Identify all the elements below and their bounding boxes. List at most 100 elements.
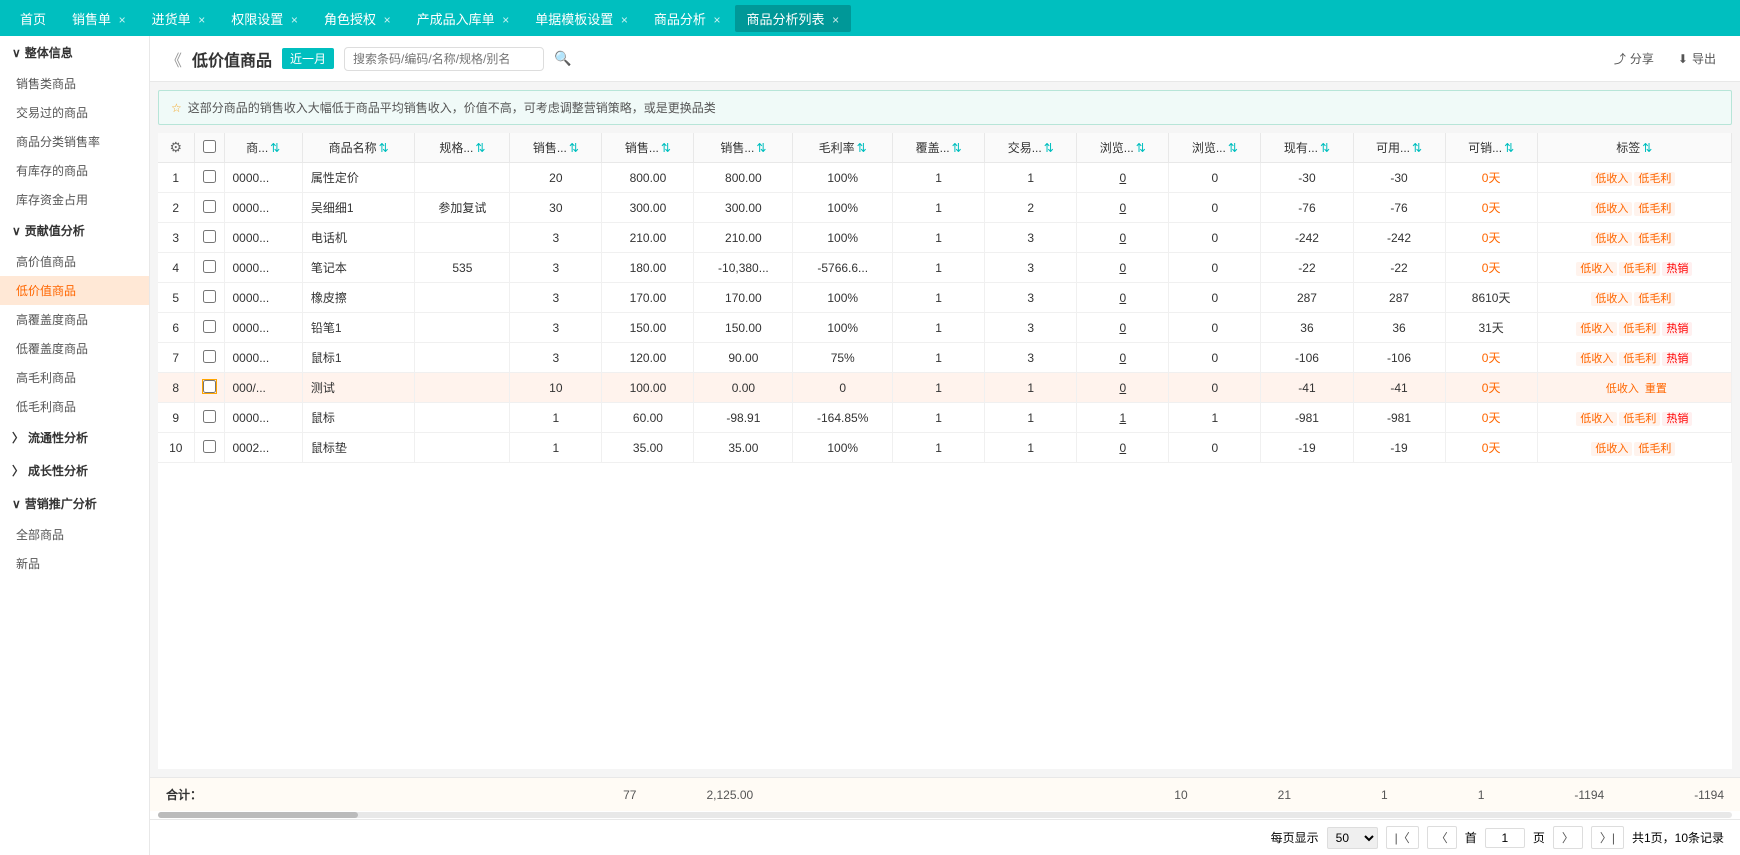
row-checkbox[interactable]	[203, 200, 216, 213]
col-sales-price[interactable]: 销售...⇅	[602, 133, 694, 163]
sidebar-group-growth[interactable]: 〉 成长性分析	[0, 454, 149, 487]
sidebar-item-low-coverage[interactable]: 低覆盖度商品	[0, 334, 149, 363]
row-checkbox[interactable]	[203, 350, 216, 363]
sidebar-item-low-margin[interactable]: 低毛利商品	[0, 392, 149, 421]
cell-sales-price: 60.00	[602, 403, 694, 433]
table-row: 3 0000... 电话机 3 210.00 210.00 100% 1 3 0…	[158, 223, 1732, 253]
sidebar-item-new-products[interactable]: 新品	[0, 549, 149, 578]
sidebar-item-high-value[interactable]: 高价值商品	[0, 247, 149, 276]
col-trade[interactable]: 交易...⇅	[985, 133, 1077, 163]
col-available[interactable]: 可用...⇅	[1353, 133, 1445, 163]
cell-name: 测试	[302, 373, 415, 403]
row-checkbox[interactable]	[203, 260, 216, 273]
cell-available: -106	[1353, 343, 1445, 373]
col-checkbox[interactable]	[194, 133, 224, 163]
prev-page-btn[interactable]: 〈	[1427, 826, 1457, 849]
cell-checkbox[interactable]	[194, 223, 224, 253]
cell-available: -76	[1353, 193, 1445, 223]
content-header: 《 低价值商品 近一月 🔍 ⤴ 分享 ⬇ 导出	[150, 36, 1740, 82]
row-checkbox[interactable]	[203, 230, 216, 243]
sidebar-group-contribution[interactable]: ∨ 贡献值分析	[0, 214, 149, 247]
cell-view1[interactable]: 1	[1077, 403, 1169, 433]
sidebar-item-category-rate[interactable]: 商品分类销售率	[0, 127, 149, 156]
cell-checkbox[interactable]	[194, 163, 224, 193]
row-checkbox[interactable]	[203, 320, 216, 333]
cell-sales-price: 210.00	[602, 223, 694, 253]
sidebar-item-high-coverage[interactable]: 高覆盖度商品	[0, 305, 149, 334]
first-page-btn[interactable]: |〈	[1386, 826, 1419, 849]
row-checkbox[interactable]	[203, 380, 216, 393]
nav-permissions[interactable]: 权限设置 ×	[219, 5, 310, 32]
sidebar-group-marketing[interactable]: ∨ 营销推广分析	[0, 487, 149, 520]
col-coverage[interactable]: 覆盖...⇅	[893, 133, 985, 163]
next-page-btn[interactable]: 〉	[1553, 826, 1583, 849]
nav-product-analysis-list[interactable]: 商品分析列表 ×	[735, 5, 852, 32]
gear-settings-icon[interactable]: ⚙	[169, 139, 182, 155]
sidebar-item-stock-capital[interactable]: 库存资金占用	[0, 185, 149, 214]
nav-product-analysis[interactable]: 商品分析 ×	[642, 5, 733, 32]
sidebar-item-low-value[interactable]: 低价值商品	[0, 276, 149, 305]
nav-template[interactable]: 单据模板设置 ×	[523, 5, 640, 32]
col-name[interactable]: 商品名称⇅	[302, 133, 415, 163]
sidebar-item-high-margin[interactable]: 高毛利商品	[0, 363, 149, 392]
col-sales-amount[interactable]: 销售...⇅	[694, 133, 793, 163]
col-code[interactable]: 商...⇅	[224, 133, 302, 163]
sidebar-item-sales-products[interactable]: 销售类商品	[0, 69, 149, 98]
nav-roles[interactable]: 角色授权 ×	[312, 5, 403, 32]
cell-num: 8	[158, 373, 194, 403]
nav-sales[interactable]: 销售单 ×	[60, 5, 138, 32]
pagination-bar: 每页显示 50 20 100 |〈 〈 首 页 〉 〉| 共1页，10条记录	[150, 819, 1740, 855]
col-tags[interactable]: 标签⇅	[1537, 133, 1731, 163]
col-spec[interactable]: 规格...⇅	[415, 133, 510, 163]
cell-checkbox[interactable]	[194, 373, 224, 403]
table-row: 8 000/... 测试 10 100.00 0.00 0 1 1 0 0 -4…	[158, 373, 1732, 403]
col-sales-qty[interactable]: 销售...⇅	[510, 133, 602, 163]
cell-checkbox[interactable]	[194, 313, 224, 343]
cell-checkbox[interactable]	[194, 343, 224, 373]
row-checkbox[interactable]	[203, 170, 216, 183]
last-page-btn[interactable]: 〉|	[1591, 826, 1624, 849]
row-checkbox[interactable]	[203, 440, 216, 453]
search-input[interactable]	[344, 47, 544, 71]
export-button[interactable]: ⬇ 导出	[1670, 46, 1724, 71]
per-page-select[interactable]: 50 20 100	[1327, 827, 1378, 849]
cell-trade: 3	[985, 313, 1077, 343]
sidebar-item-traded-products[interactable]: 交易过的商品	[0, 98, 149, 127]
cell-spec: 参加复试	[415, 193, 510, 223]
col-view1[interactable]: 浏览...⇅	[1077, 133, 1169, 163]
share-button[interactable]: ⤴ 分享	[1606, 46, 1662, 71]
cell-view2[interactable]: 1	[1169, 403, 1261, 433]
nav-product-entry[interactable]: 产成品入库单 ×	[405, 5, 522, 32]
col-margin[interactable]: 毛利率⇅	[793, 133, 893, 163]
sidebar-item-in-stock[interactable]: 有库存的商品	[0, 156, 149, 185]
sidebar-group-overall[interactable]: ∨ 整体信息	[0, 36, 149, 69]
tag-low-income: 低收入	[1591, 292, 1632, 306]
cell-checkbox[interactable]	[194, 433, 224, 463]
cell-checkbox[interactable]	[194, 283, 224, 313]
cell-current: -981	[1261, 403, 1353, 433]
cell-checkbox[interactable]	[194, 193, 224, 223]
col-saleable[interactable]: 可销...⇅	[1445, 133, 1537, 163]
date-badge[interactable]: 近一月	[282, 48, 334, 69]
cell-checkbox[interactable]	[194, 403, 224, 433]
col-gear[interactable]: ⚙	[158, 133, 194, 163]
row-checkbox[interactable]	[203, 290, 216, 303]
cell-code: 0000...	[224, 253, 302, 283]
nav-home[interactable]: 首页	[8, 5, 58, 32]
select-all-checkbox[interactable]	[203, 140, 216, 153]
page-number-input[interactable]	[1485, 828, 1525, 848]
sidebar-collapse-btn[interactable]: 《	[166, 47, 182, 71]
horizontal-scrollbar[interactable]	[150, 811, 1740, 819]
tag-low-income: 低收入	[1576, 322, 1617, 336]
sidebar-item-all-products[interactable]: 全部商品	[0, 520, 149, 549]
nav-purchase[interactable]: 进货单 ×	[140, 5, 218, 32]
scrollbar-thumb[interactable]	[158, 812, 358, 818]
cell-saleable: 0天	[1445, 163, 1537, 193]
cell-checkbox[interactable]	[194, 253, 224, 283]
row-checkbox[interactable]	[203, 410, 216, 423]
search-icon[interactable]: 🔍	[554, 50, 571, 67]
col-current[interactable]: 现有...⇅	[1261, 133, 1353, 163]
col-view2[interactable]: 浏览...⇅	[1169, 133, 1261, 163]
sidebar-group-flow[interactable]: 〉 流通性分析	[0, 421, 149, 454]
cell-sales-qty: 3	[510, 343, 602, 373]
